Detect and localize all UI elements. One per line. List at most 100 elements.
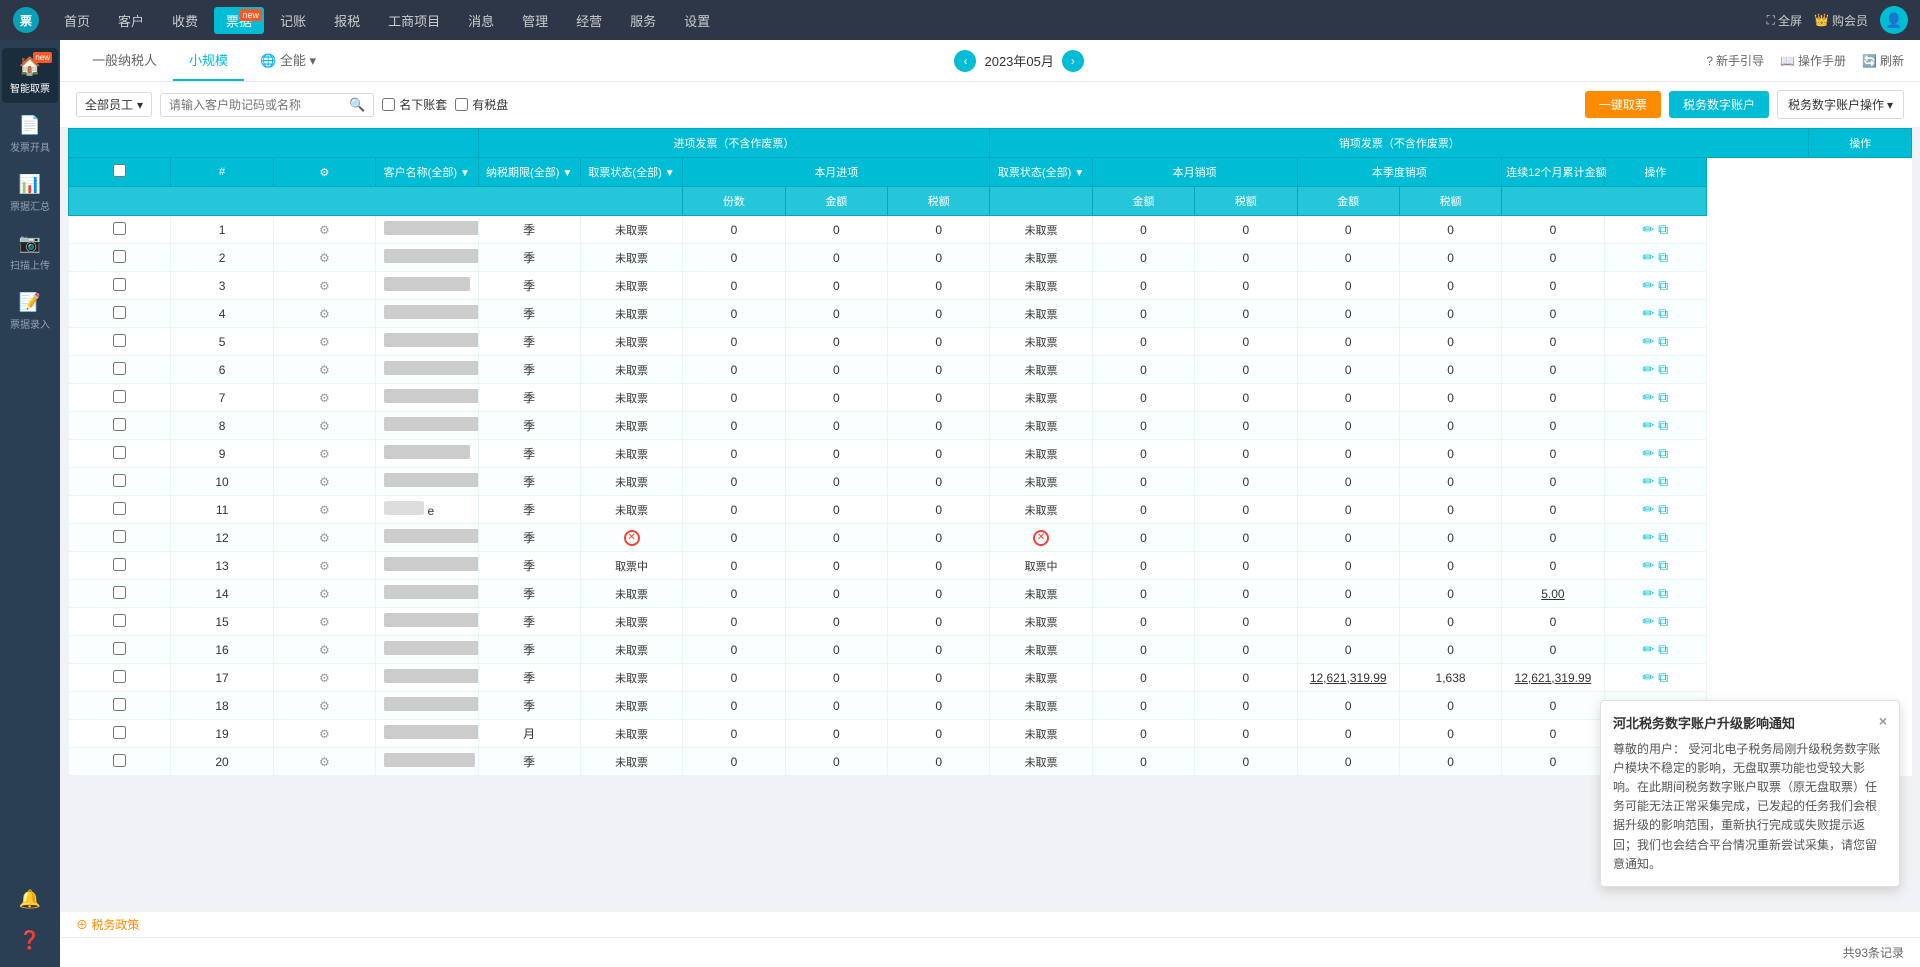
taxdisk-checkbox[interactable] — [455, 98, 468, 111]
notification-close-btn[interactable]: × — [1879, 713, 1887, 732]
edit-icon[interactable]: ✏ — [1642, 529, 1654, 546]
checkbox-taxdisk[interactable]: 有税盘 — [455, 96, 508, 113]
nav-manage[interactable]: 管理 — [510, 7, 560, 34]
sidebar-item-notify[interactable]: 🔔 — [2, 881, 58, 918]
row-client-name[interactable] — [376, 216, 478, 244]
select-all-checkbox[interactable] — [113, 164, 126, 177]
nav-client[interactable]: 客户 — [106, 7, 156, 34]
nav-invoice[interactable]: 票据 new — [214, 7, 264, 34]
edit-icon[interactable]: ✏ — [1642, 389, 1654, 406]
row-checkbox-11[interactable] — [113, 502, 126, 515]
edit-icon[interactable]: ✏ — [1642, 361, 1654, 378]
sidebar-item-summary[interactable]: 📊 票据汇总 — [2, 166, 58, 221]
row-settings-icon[interactable]: ⚙ — [319, 363, 330, 377]
row-checkbox-3[interactable] — [113, 278, 126, 291]
nav-bookkeeping[interactable]: 记账 — [268, 7, 318, 34]
copy-icon[interactable]: ⧉ — [1658, 333, 1668, 350]
row-checkbox-7[interactable] — [113, 390, 126, 403]
row-settings-icon[interactable]: ⚙ — [319, 279, 330, 293]
nav-settings[interactable]: 设置 — [672, 7, 722, 34]
copy-icon[interactable]: ⧉ — [1658, 249, 1668, 266]
edit-icon[interactable]: ✏ — [1642, 641, 1654, 658]
fullscreen-btn[interactable]: ⛶ 全屏 — [1767, 12, 1802, 29]
row-client-name[interactable] — [376, 384, 478, 412]
guide-btn[interactable]: ? 新手引导 — [1706, 52, 1764, 69]
copy-icon[interactable]: ⧉ — [1658, 501, 1668, 518]
edit-icon[interactable]: ✏ — [1642, 445, 1654, 462]
tab-all-capable[interactable]: 🌐 全能 ▾ — [244, 40, 332, 81]
manual-btn[interactable]: 📖 操作手册 — [1780, 52, 1846, 69]
row-checkbox-5[interactable] — [113, 334, 126, 347]
edit-icon[interactable]: ✏ — [1642, 417, 1654, 434]
row-settings-icon[interactable]: ⚙ — [319, 503, 330, 517]
copy-icon[interactable]: ⧉ — [1658, 445, 1668, 462]
in-status-filter-icon[interactable]: ▼ — [665, 168, 675, 179]
nav-operation[interactable]: 经营 — [564, 7, 614, 34]
edit-icon[interactable]: ✏ — [1642, 501, 1654, 518]
user-avatar[interactable]: 👤 — [1880, 6, 1908, 34]
quota-filter-icon[interactable]: ▼ — [562, 168, 572, 179]
copy-icon[interactable]: ⧉ — [1658, 585, 1668, 602]
row-checkbox-9[interactable] — [113, 446, 126, 459]
row-checkbox-16[interactable] — [113, 642, 126, 655]
edit-icon[interactable]: ✏ — [1642, 669, 1654, 686]
refresh-btn[interactable]: 🔄 刷新 — [1862, 52, 1904, 69]
row-client-name[interactable] — [376, 468, 478, 496]
row-checkbox-19[interactable] — [113, 726, 126, 739]
copy-icon[interactable]: ⧉ — [1658, 221, 1668, 238]
row-client-name[interactable] — [376, 412, 478, 440]
row-checkbox-17[interactable] — [113, 670, 126, 683]
copy-icon[interactable]: ⧉ — [1658, 641, 1668, 658]
copy-icon[interactable]: ⧉ — [1658, 473, 1668, 490]
copy-icon[interactable]: ⧉ — [1658, 613, 1668, 630]
edit-icon[interactable]: ✏ — [1642, 613, 1654, 630]
row-checkbox-8[interactable] — [113, 418, 126, 431]
row-client-name[interactable] — [376, 720, 478, 748]
row-settings-icon[interactable]: ⚙ — [319, 643, 330, 657]
prev-period-btn[interactable]: ‹ — [954, 50, 976, 72]
vip-btn[interactable]: 👑 购会员 — [1814, 12, 1868, 29]
search-input[interactable] — [169, 98, 349, 112]
row-client-name[interactable] — [376, 440, 478, 468]
row-checkbox-6[interactable] — [113, 362, 126, 375]
sidebar-item-open-invoice[interactable]: 📄 发票开具 — [2, 107, 58, 162]
row-settings-icon[interactable]: ⚙ — [319, 531, 330, 545]
row-settings-icon[interactable]: ⚙ — [319, 755, 330, 769]
row-client-name[interactable] — [376, 664, 478, 692]
digital-account-btn[interactable]: 税务数字账户 — [1669, 91, 1769, 118]
row-checkbox-4[interactable] — [113, 306, 126, 319]
logo[interactable]: 票 — [12, 6, 40, 34]
row-settings-icon[interactable]: ⚙ — [319, 727, 330, 741]
row-settings-icon[interactable]: ⚙ — [319, 615, 330, 629]
row-client-name[interactable] — [376, 580, 478, 608]
edit-icon[interactable]: ✏ — [1642, 277, 1654, 294]
nav-message[interactable]: 消息 — [456, 7, 506, 34]
row-client-name[interactable] — [376, 552, 478, 580]
tab-small-scale[interactable]: 小规模 — [173, 40, 244, 81]
edit-icon[interactable]: ✏ — [1642, 473, 1654, 490]
row-checkbox-13[interactable] — [113, 558, 126, 571]
row-settings-icon[interactable]: ⚙ — [319, 587, 330, 601]
row-checkbox-15[interactable] — [113, 614, 126, 627]
row-client-name[interactable] — [376, 748, 478, 776]
client-filter-icon[interactable]: ▼ — [460, 168, 470, 179]
edit-icon[interactable]: ✏ — [1642, 305, 1654, 322]
row-settings-icon[interactable]: ⚙ — [319, 671, 330, 685]
copy-icon[interactable]: ⧉ — [1658, 305, 1668, 322]
checkbox-subledger[interactable]: 名下账套 — [382, 96, 447, 113]
edit-icon[interactable]: ✏ — [1642, 585, 1654, 602]
search-icon[interactable]: 🔍 — [349, 97, 365, 113]
tab-general-taxpayer[interactable]: 一般纳税人 — [76, 40, 173, 81]
row-settings-icon[interactable]: ⚙ — [319, 475, 330, 489]
row-settings-icon[interactable]: ⚙ — [319, 447, 330, 461]
row-client-name[interactable]: e — [376, 496, 478, 524]
copy-icon[interactable]: ⧉ — [1658, 361, 1668, 378]
one-click-fetch-btn[interactable]: 一键取票 — [1585, 91, 1661, 118]
row-client-name[interactable] — [376, 244, 478, 272]
edit-icon[interactable]: ✏ — [1642, 333, 1654, 350]
row-client-name[interactable] — [376, 692, 478, 720]
copy-icon[interactable]: ⧉ — [1658, 669, 1668, 686]
nav-fee[interactable]: 收费 — [160, 7, 210, 34]
row-checkbox-18[interactable] — [113, 698, 126, 711]
copy-icon[interactable]: ⧉ — [1658, 277, 1668, 294]
